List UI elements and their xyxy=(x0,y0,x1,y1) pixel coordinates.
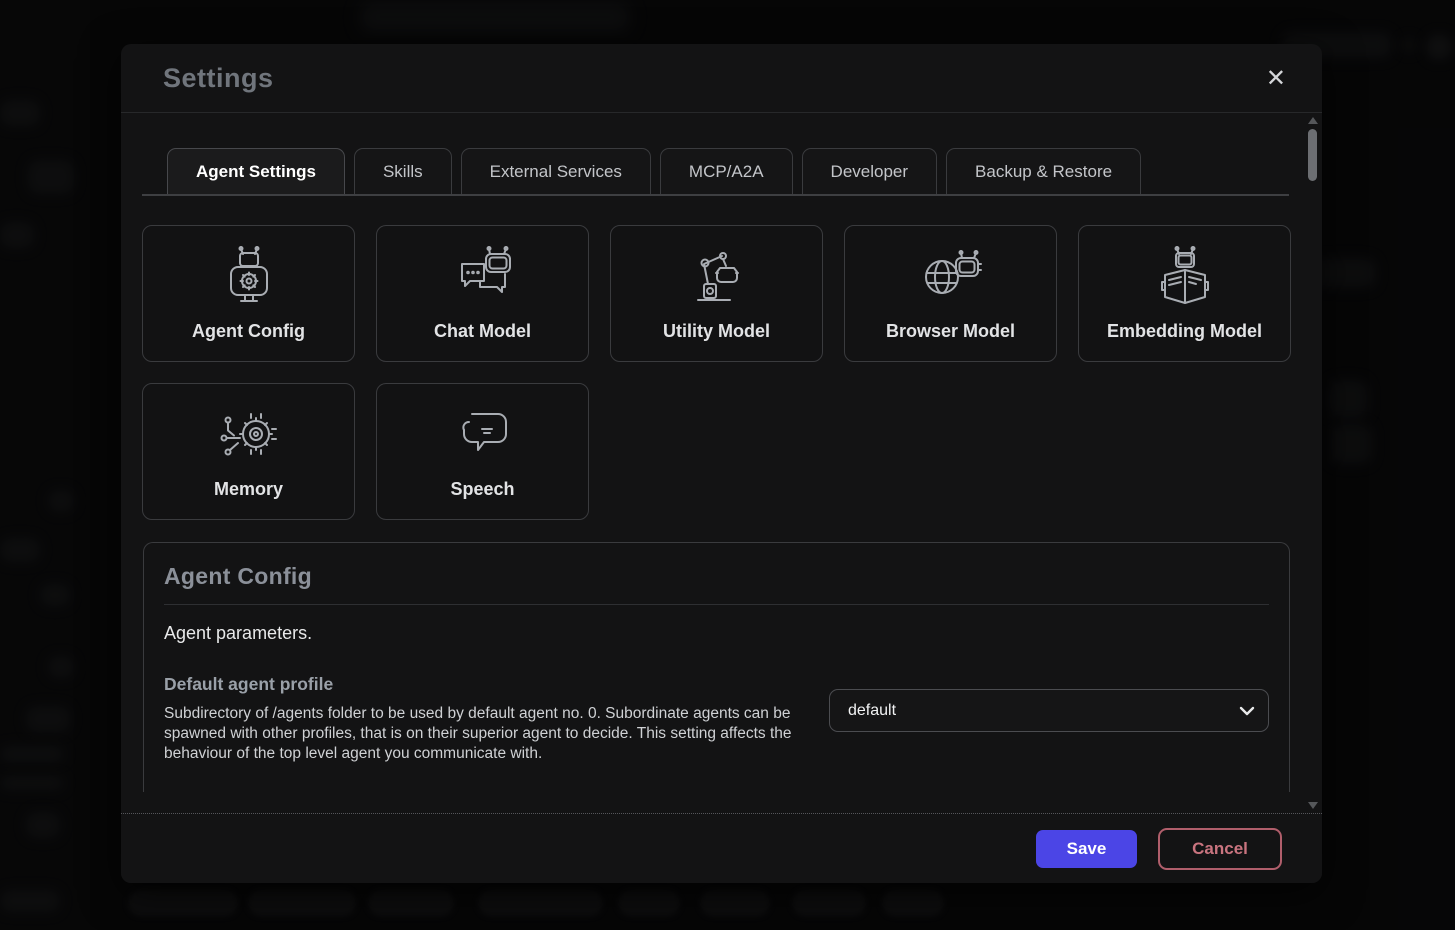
card-label: Speech xyxy=(450,479,514,500)
close-button[interactable]: ✕ xyxy=(1266,66,1286,90)
section-description: Agent parameters. xyxy=(164,623,1269,644)
card-label: Chat Model xyxy=(434,321,531,342)
field-text: Default agent profile Subdirectory of /a… xyxy=(164,674,809,764)
circuit-gear-icon xyxy=(216,404,282,469)
modal-body: Agent Settings Skills External Services … xyxy=(121,113,1322,813)
card-embedding-model[interactable]: Embedding Model xyxy=(1078,225,1291,362)
scrollbar-thumb[interactable] xyxy=(1308,129,1317,181)
tab-external-services[interactable]: External Services xyxy=(461,148,651,194)
tab-developer[interactable]: Developer xyxy=(802,148,938,194)
field-label: Default agent profile xyxy=(164,674,809,695)
card-label: Agent Config xyxy=(192,321,305,342)
modal-scrollbar[interactable] xyxy=(1305,115,1319,811)
speech-bubble-icon xyxy=(450,404,516,469)
card-agent-config[interactable]: Agent Config xyxy=(142,225,355,362)
robot-gear-icon xyxy=(216,246,282,311)
default-agent-profile-field: Default agent profile Subdirectory of /a… xyxy=(164,674,1269,764)
robot-chat-icon xyxy=(450,246,516,311)
section-heading: Agent Config xyxy=(164,563,1269,590)
modal-footer: Save Cancel xyxy=(121,813,1322,883)
card-browser-model[interactable]: Browser Model xyxy=(844,225,1057,362)
card-memory[interactable]: Memory xyxy=(142,383,355,520)
modal-title: Settings xyxy=(163,63,274,94)
tab-backup-restore[interactable]: Backup & Restore xyxy=(946,148,1141,194)
card-label: Utility Model xyxy=(663,321,770,342)
scroll-up-arrow-icon[interactable] xyxy=(1308,117,1318,124)
robot-arm-icon xyxy=(684,246,750,311)
section-divider xyxy=(164,604,1269,605)
settings-card-grid: Agent Config Chat Model xyxy=(142,225,1292,520)
scroll-down-arrow-icon[interactable] xyxy=(1308,802,1318,809)
card-speech[interactable]: Speech xyxy=(376,383,589,520)
settings-modal: Settings ✕ Agent Settings Skills Externa… xyxy=(121,44,1322,883)
save-button[interactable]: Save xyxy=(1036,830,1137,868)
tab-agent-settings[interactable]: Agent Settings xyxy=(167,148,345,194)
card-chat-model[interactable]: Chat Model xyxy=(376,225,589,362)
modal-header: Settings ✕ xyxy=(121,44,1322,113)
default-agent-profile-select[interactable]: default xyxy=(829,689,1269,732)
agent-config-section: Agent Config Agent parameters. Default a… xyxy=(143,542,1290,792)
tab-skills[interactable]: Skills xyxy=(354,148,452,194)
field-help-text: Subdirectory of /agents folder to be use… xyxy=(164,704,809,764)
tab-mcp-a2a[interactable]: MCP/A2A xyxy=(660,148,793,194)
globe-robot-icon xyxy=(918,246,984,311)
field-control: default xyxy=(829,674,1269,764)
card-label: Memory xyxy=(214,479,283,500)
tab-bar: Agent Settings Skills External Services … xyxy=(142,148,1289,196)
card-utility-model[interactable]: Utility Model xyxy=(610,225,823,362)
card-label: Browser Model xyxy=(886,321,1015,342)
cancel-button[interactable]: Cancel xyxy=(1158,828,1282,870)
robot-book-icon xyxy=(1152,246,1218,311)
card-label: Embedding Model xyxy=(1107,321,1262,342)
